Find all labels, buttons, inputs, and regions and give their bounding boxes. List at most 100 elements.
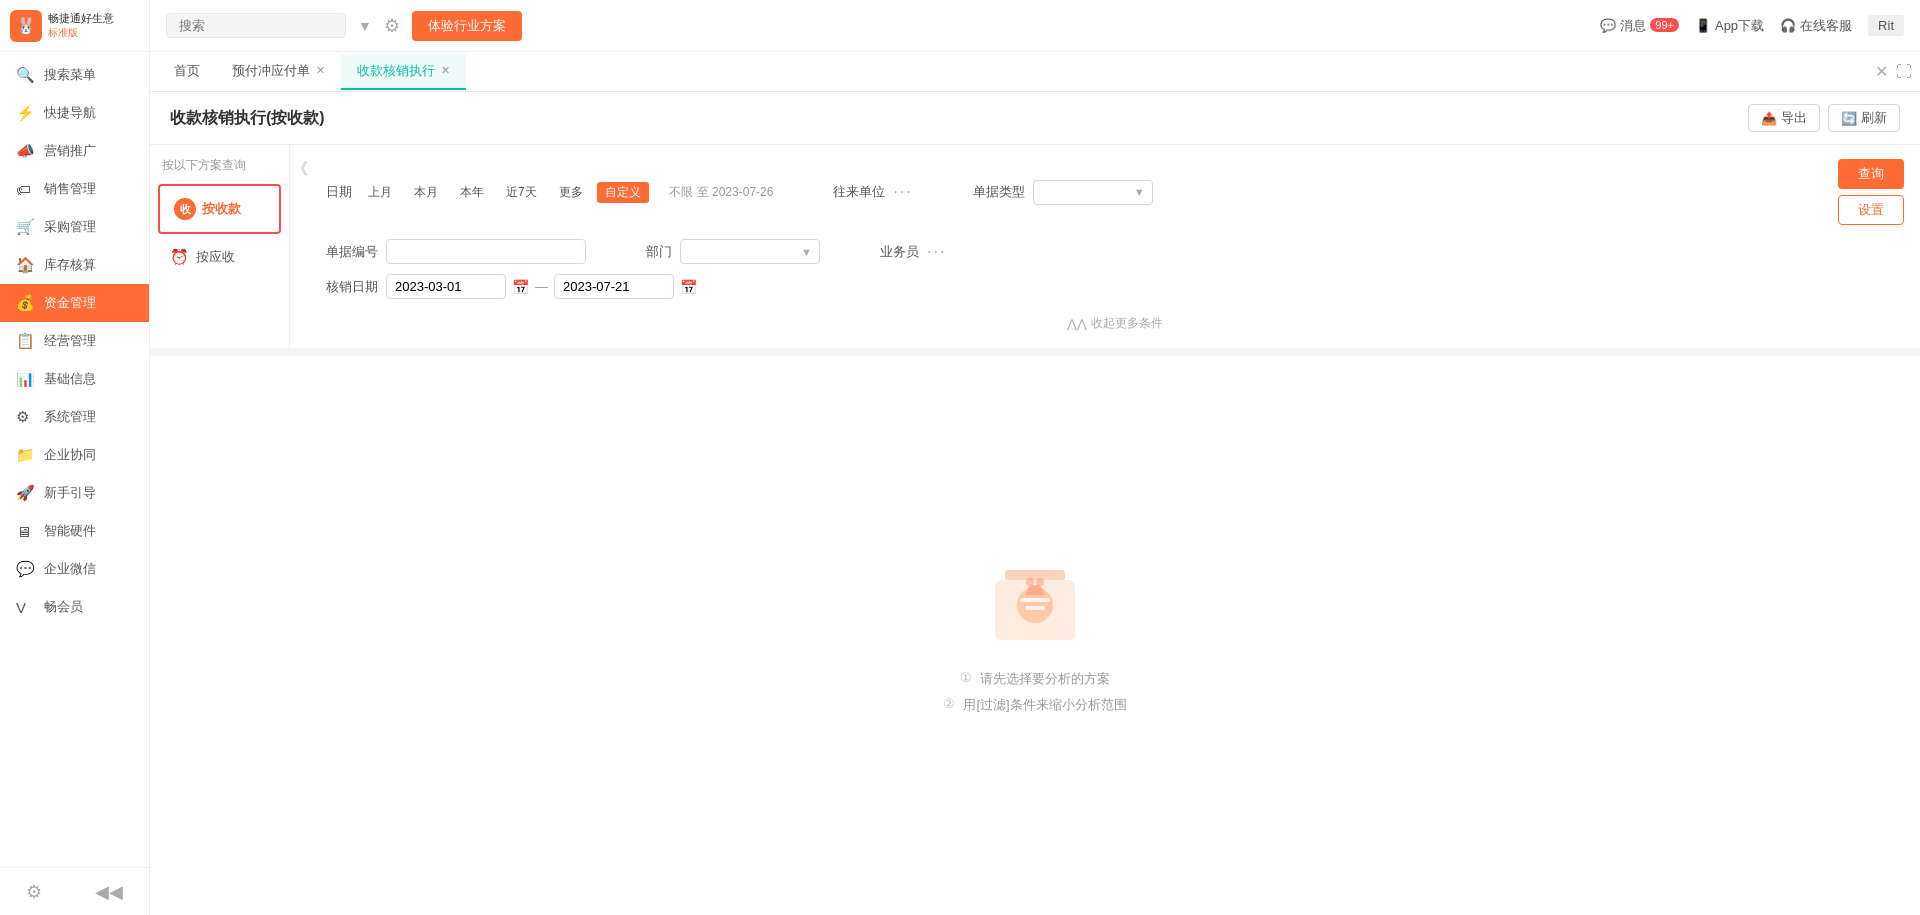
search-icon: 🔍 <box>16 66 36 84</box>
collapse-more-btn[interactable]: ⋀⋀ 收起更多条件 <box>1067 315 1163 332</box>
staff-input[interactable]: ··· <box>927 243 946 261</box>
date-this-year-btn[interactable]: 本年 <box>452 182 492 203</box>
sidebar-item-purchase[interactable]: 🛒 采购管理 <box>0 208 149 246</box>
filter-row-3: 核销日期 📅 — 📅 <box>326 274 1904 299</box>
calendar-end-icon[interactable]: 📅 <box>680 279 697 295</box>
sidebar-item-management[interactable]: 📋 经营管理 <box>0 322 149 360</box>
filter-option-by-receivable[interactable]: ⏰ 按应收 <box>158 238 281 276</box>
export-btn[interactable]: 📤 导出 <box>1748 104 1820 132</box>
doc-type-label: 单据类型 <box>973 183 1025 201</box>
date-custom-btn[interactable]: 自定义 <box>597 182 649 203</box>
sidebar-item-collab[interactable]: 📁 企业协同 <box>0 436 149 474</box>
counterparty-input[interactable]: ··· <box>893 183 912 201</box>
verify-date-label: 核销日期 <box>326 278 378 296</box>
doc-type-select-wrap: ▼ <box>1033 180 1153 205</box>
online-service-label: 在线客服 <box>1800 17 1852 35</box>
calendar-start-icon[interactable]: 📅 <box>512 279 529 295</box>
date-label: 日期 <box>326 183 352 201</box>
industry-btn[interactable]: 体验行业方案 <box>412 11 522 41</box>
refresh-btn[interactable]: 🔄 刷新 <box>1828 104 1900 132</box>
sidebar-item-label-wxwork: 企业微信 <box>44 560 96 578</box>
collapse-more-area: ⋀⋀ 收起更多条件 <box>326 309 1904 334</box>
sidebar-item-label-basic: 基础信息 <box>44 370 96 388</box>
verify-date-field: 核销日期 📅 — 📅 <box>326 274 697 299</box>
expand-icon[interactable]: ⛶ <box>1896 63 1912 81</box>
refresh-label: 刷新 <box>1861 109 1887 127</box>
sidebar-item-wxwork[interactable]: 💬 企业微信 <box>0 550 149 588</box>
top-bar-right: 💬 消息 99+ 📱 App下载 🎧 在线客服 Rit <box>1600 15 1904 36</box>
date-this-month-btn[interactable]: 本月 <box>406 182 446 203</box>
sidebar-item-label-collab: 企业协同 <box>44 446 96 464</box>
sidebar-item-shortcut[interactable]: ⚡ 快捷导航 <box>0 94 149 132</box>
inventory-icon: 🏠 <box>16 256 36 274</box>
doc-no-input[interactable] <box>386 239 586 264</box>
filter-area: 按以下方案查询 收 按收款 ⏰ 按应收 《 <box>150 145 1920 348</box>
dept-select[interactable] <box>680 239 820 264</box>
tab-verify[interactable]: 收款核销执行 ✕ <box>341 54 466 90</box>
messages-btn[interactable]: 💬 消息 99+ <box>1600 17 1679 35</box>
content-area: 收款核销执行(按收款) 📤 导出 🔄 刷新 按以下方案查询 收 <box>150 92 1920 915</box>
app-download-btn[interactable]: 📱 App下载 <box>1695 17 1764 35</box>
hardware-icon: 🖥 <box>16 523 36 540</box>
tab-verify-close[interactable]: ✕ <box>441 64 450 77</box>
sidebar-item-member[interactable]: V 畅会员 <box>0 588 149 626</box>
tab-verify-label: 收款核销执行 <box>357 62 435 80</box>
settings-btn[interactable]: 设置 <box>1838 195 1904 225</box>
date-quick-btns: 上月 本月 本年 近7天 更多 自定义 <box>360 182 649 203</box>
query-btn[interactable]: 查询 <box>1838 159 1904 189</box>
sidebar-item-marketing[interactable]: 📣 营销推广 <box>0 132 149 170</box>
empty-hint-1-text: 请先选择要分析的方案 <box>980 670 1110 688</box>
filter-row-2: 单据编号 部门 ▼ 业务员 ··· <box>326 239 1904 264</box>
tab-prepay-close[interactable]: ✕ <box>316 64 325 77</box>
sidebar-item-label-guide: 新手引导 <box>44 484 96 502</box>
logo-area: 🐰 畅捷通好生意 标准版 <box>0 0 149 52</box>
settings-icon[interactable]: ⚙ <box>26 881 42 903</box>
filter-action-btns: 查询 设置 <box>1838 159 1904 225</box>
filter-option-receivable-label: 按应收 <box>196 248 235 266</box>
sidebar-item-inventory[interactable]: 🏠 库存核算 <box>0 246 149 284</box>
top-bar-left: ▼ ⚙ 体验行业方案 <box>166 11 522 41</box>
sidebar-item-hardware[interactable]: 🖥 智能硬件 <box>0 512 149 550</box>
mobile-icon: 📱 <box>1695 18 1711 33</box>
user-avatar[interactable]: Rit <box>1868 15 1904 36</box>
filter-collapse-btn[interactable]: 《 <box>290 159 310 180</box>
verify-date-inputs: 📅 — 📅 <box>386 274 697 299</box>
svg-rect-1 <box>1005 570 1065 580</box>
date-last-month-btn[interactable]: 上月 <box>360 182 400 203</box>
date-to-label: 至 2023-07-26 <box>697 184 774 201</box>
settings-gear-icon[interactable]: ⚙ <box>384 15 400 37</box>
doc-type-select[interactable] <box>1033 180 1153 205</box>
search-input[interactable] <box>166 13 346 38</box>
export-label: 导出 <box>1781 109 1807 127</box>
verify-date-end-input[interactable] <box>554 274 674 299</box>
verify-date-start-input[interactable] <box>386 274 506 299</box>
date-more-btn[interactable]: 更多 <box>551 182 591 203</box>
sidebar-item-search[interactable]: 🔍 搜索菜单 <box>0 56 149 94</box>
sidebar-item-label-purchase: 采购管理 <box>44 218 96 236</box>
sidebar-item-label-hardware: 智能硬件 <box>44 522 96 540</box>
main-area: ▼ ⚙ 体验行业方案 💬 消息 99+ 📱 App下载 🎧 在线客服 Rit <box>150 0 1920 915</box>
collapse-icon[interactable]: ◀◀ <box>95 881 123 903</box>
app-download-label: App下载 <box>1715 17 1764 35</box>
counterparty-field: 往来单位 ··· <box>833 183 912 201</box>
date-7days-btn[interactable]: 近7天 <box>498 182 545 203</box>
sidebar-item-label-shortcut: 快捷导航 <box>44 104 96 122</box>
filter-right-group: 查询 设置 <box>1830 159 1904 225</box>
tab-home[interactable]: 首页 <box>158 54 216 90</box>
close-all-icon[interactable]: ✕ <box>1875 62 1888 81</box>
sidebar: 🐰 畅捷通好生意 标准版 🔍 搜索菜单 ⚡ 快捷导航 📣 营销推广 🏷 销售管理… <box>0 0 150 915</box>
filter-option-by-receipt[interactable]: 收 按收款 <box>164 190 275 228</box>
sidebar-item-system[interactable]: ⚙ 系统管理 <box>0 398 149 436</box>
online-service-btn[interactable]: 🎧 在线客服 <box>1780 17 1852 35</box>
sidebar-item-finance[interactable]: 💰 资金管理 <box>0 284 149 322</box>
doc-type-field: 单据类型 ▼ <box>973 180 1153 205</box>
logo-text: 畅捷通好生意 标准版 <box>48 11 114 39</box>
svg-rect-4 <box>1025 606 1045 610</box>
tab-prepay[interactable]: 预付冲应付单 ✕ <box>216 54 341 90</box>
sidebar-item-basic[interactable]: 📊 基础信息 <box>0 360 149 398</box>
top-bar: ▼ ⚙ 体验行业方案 💬 消息 99+ 📱 App下载 🎧 在线客服 Rit <box>150 0 1920 52</box>
sidebar-item-sales[interactable]: 🏷 销售管理 <box>0 170 149 208</box>
basic-icon: 📊 <box>16 370 36 388</box>
dropdown-icon[interactable]: ▼ <box>358 18 372 34</box>
sidebar-item-guide[interactable]: 🚀 新手引导 <box>0 474 149 512</box>
